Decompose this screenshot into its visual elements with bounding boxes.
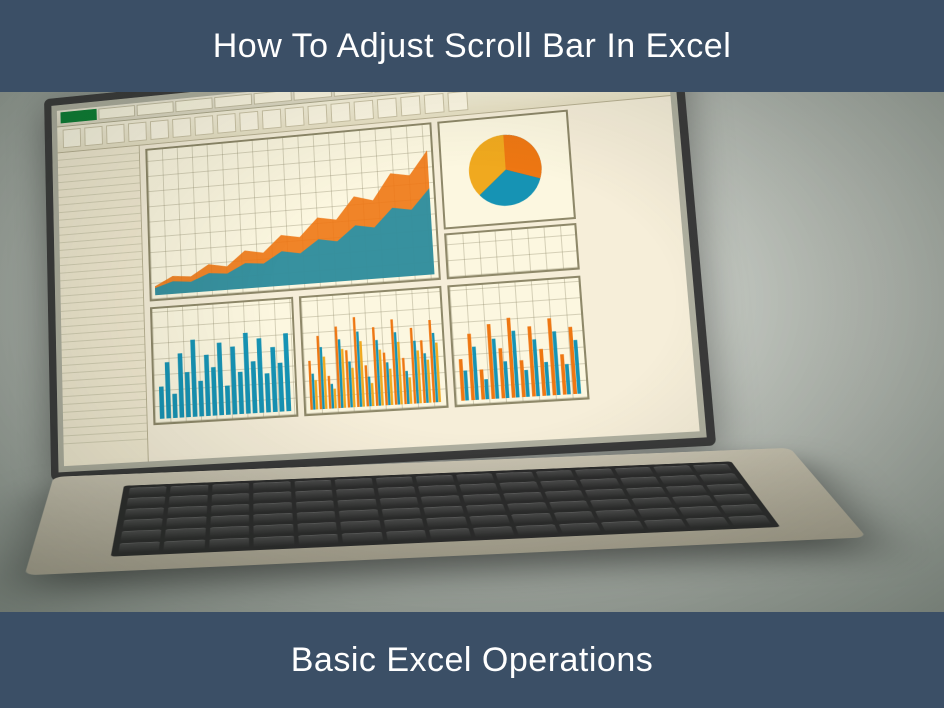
bottom-title: Basic Excel Operations <box>291 641 654 680</box>
bottom-banner: Basic Excel Operations <box>0 612 944 708</box>
pie-chart <box>437 110 576 230</box>
chart-panes <box>140 96 700 461</box>
laptop-illustration <box>20 92 700 522</box>
bar-chart-left <box>150 297 298 425</box>
data-table <box>444 223 580 279</box>
area-chart <box>145 122 441 301</box>
excel-screen <box>57 92 700 466</box>
row-headers <box>58 146 149 466</box>
hero-photo <box>0 92 944 612</box>
top-title: How To Adjust Scroll Bar In Excel <box>213 27 732 66</box>
excel-body <box>58 96 700 466</box>
bar-chart-center <box>299 286 449 416</box>
top-banner: How To Adjust Scroll Bar In Excel <box>0 0 944 92</box>
bar-chart-right <box>447 276 589 408</box>
laptop-screen-frame <box>44 92 716 481</box>
